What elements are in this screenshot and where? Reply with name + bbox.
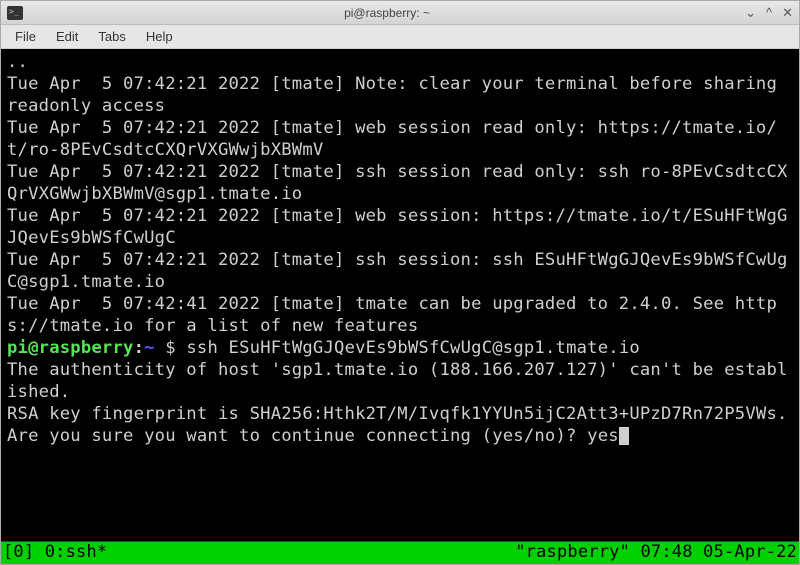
output-line: Tue Apr 5 07:42:41 2022 [tmate] tmate ca… [7,294,777,336]
prompt-path: ~ [144,338,155,358]
output-line: The authenticity of host 'sgp1.tmate.io … [7,360,788,402]
output-line: Tue Apr 5 07:42:21 2022 [tmate] web sess… [7,118,777,160]
output-line: Tue Apr 5 07:42:21 2022 [tmate] Note: cl… [7,74,788,116]
maximize-button[interactable]: ^ [766,5,772,21]
menu-bar: File Edit Tabs Help [1,25,799,49]
output-line: Are you sure you want to continue connec… [7,426,587,446]
window-controls: ⌄ ^ ✕ [745,5,793,21]
prompt-dollar: $ [155,338,187,358]
menu-tabs[interactable]: Tabs [88,27,135,46]
menu-file[interactable]: File [5,27,46,46]
output-line: .. [7,52,28,72]
output-line: Tue Apr 5 07:42:21 2022 [tmate] ssh sess… [7,162,788,204]
prompt-colon: : [134,338,145,358]
menu-edit[interactable]: Edit [46,27,88,46]
output-line: Tue Apr 5 07:42:21 2022 [tmate] ssh sess… [7,250,788,292]
prompt-user: pi@raspberry [7,338,134,358]
terminal-app-icon [7,6,23,20]
close-button[interactable]: ✕ [782,5,793,21]
terminal-content: .. Tue Apr 5 07:42:21 2022 [tmate] Note:… [7,51,793,447]
command-input: ssh ESuHFtWgGJQevEs9bWSfCwUgC@sgp1.tmate… [186,338,640,358]
menu-help[interactable]: Help [136,27,183,46]
terminal-pane[interactable]: .. Tue Apr 5 07:42:21 2022 [tmate] Note:… [1,49,799,564]
window-title: pi@raspberry: ~ [29,6,745,20]
output-line: RSA key fingerprint is SHA256:Hthk2T/M/I… [7,404,788,424]
status-right: "raspberry" 07:48 05-Apr-22 [515,542,797,564]
output-line: Tue Apr 5 07:42:21 2022 [tmate] web sess… [7,206,788,248]
tmux-status-bar: [0] 0:ssh* "raspberry" 07:48 05-Apr-22 [1,542,799,564]
minimize-button[interactable]: ⌄ [745,5,756,21]
user-input: yes [587,426,619,446]
window-titlebar: pi@raspberry: ~ ⌄ ^ ✕ [1,1,799,25]
status-left: [0] 0:ssh* [3,542,107,564]
terminal-cursor [619,427,629,445]
